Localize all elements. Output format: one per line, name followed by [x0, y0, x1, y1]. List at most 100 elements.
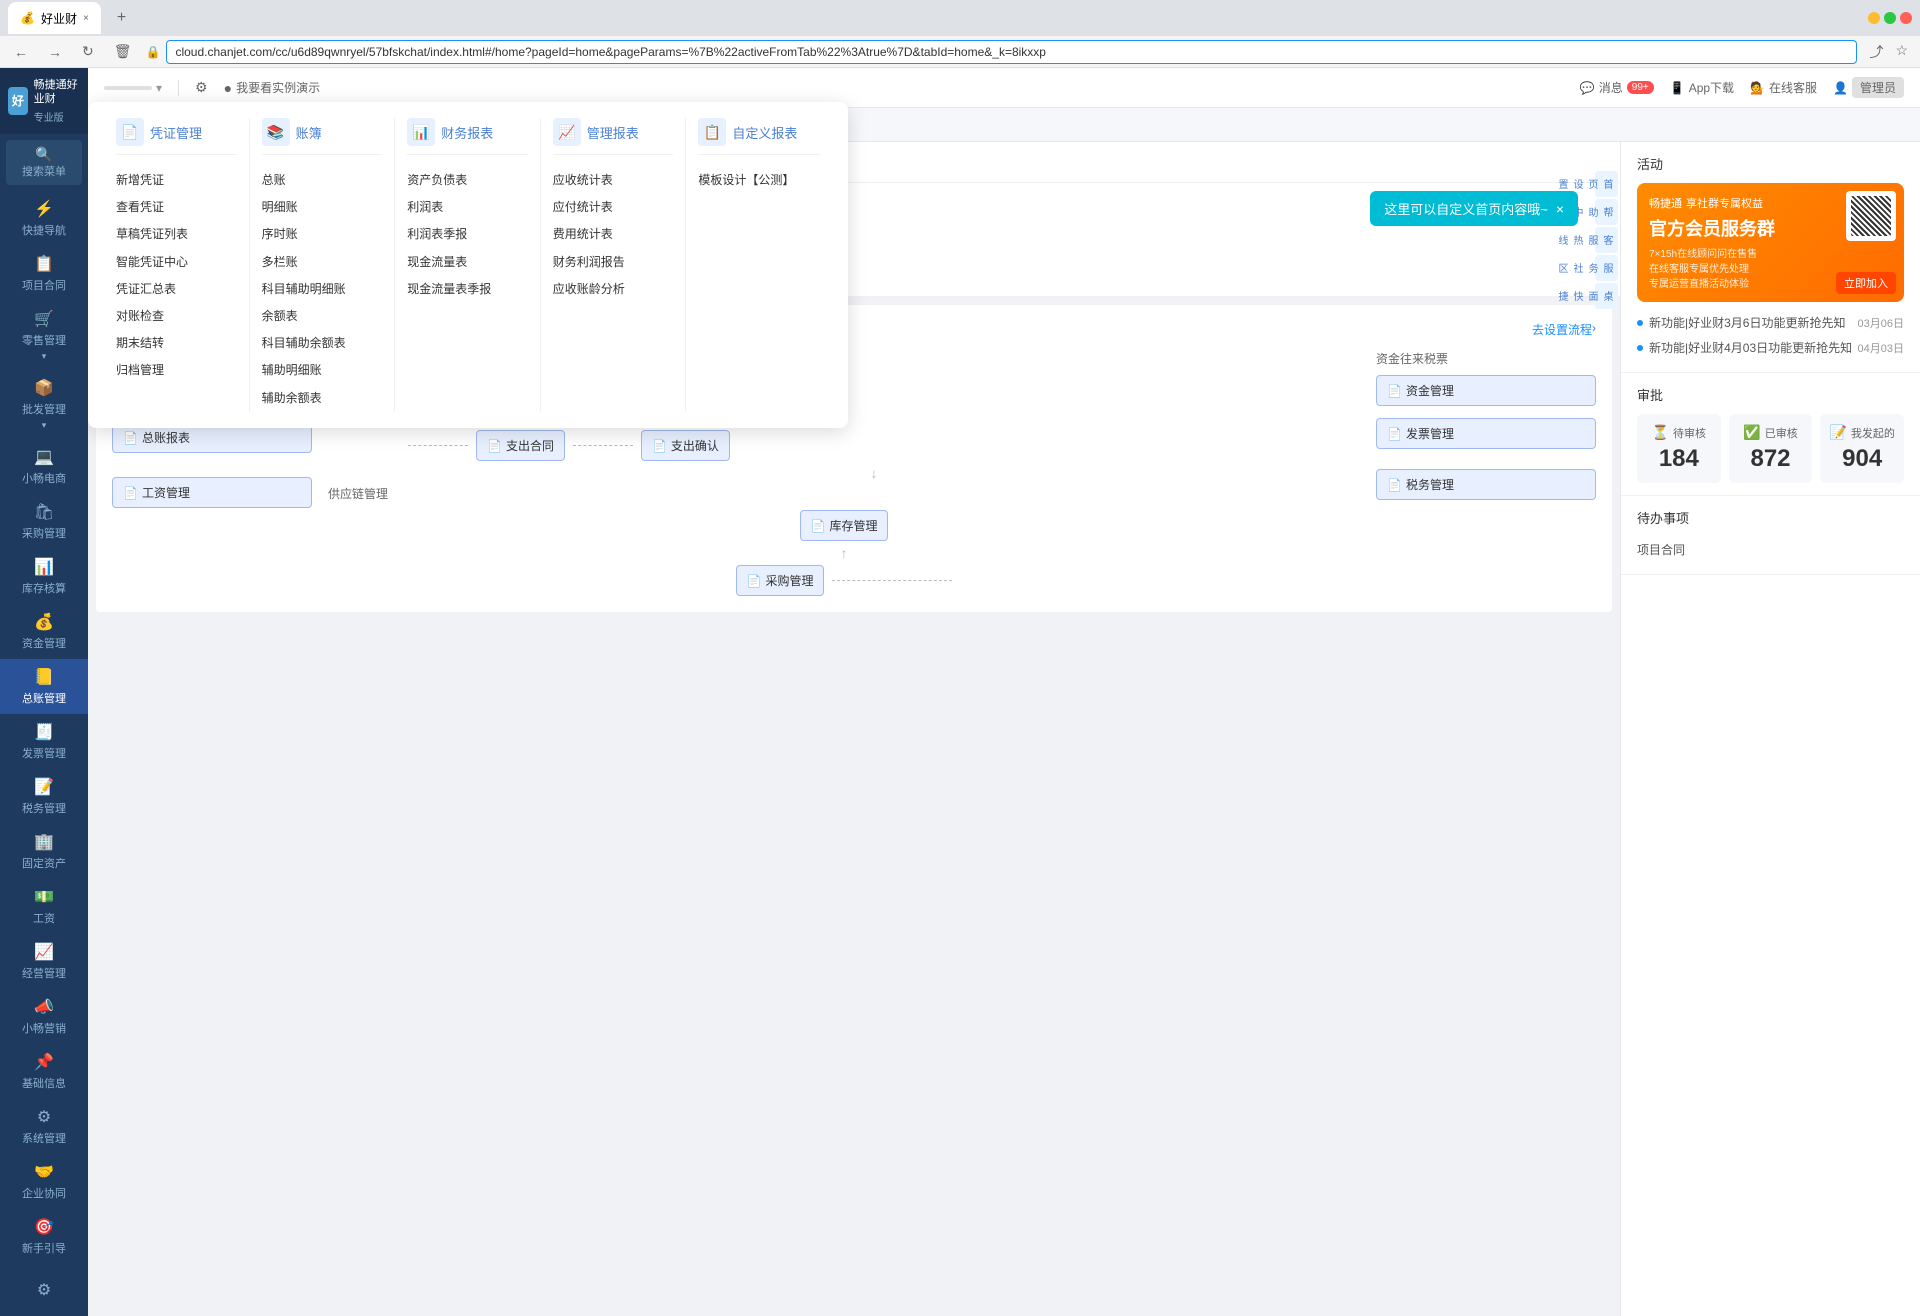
- menu-item-aux-detail[interactable]: 辅助明细账: [262, 357, 383, 384]
- topbar-settings-button[interactable]: ⚙: [195, 79, 208, 96]
- sidebar-item-purchase[interactable]: 🛍 采购管理: [0, 494, 88, 549]
- menu-item-balance[interactable]: 余额表: [262, 303, 383, 330]
- sidebar-item-wholesale[interactable]: 📦 批发管理 ▾: [0, 370, 88, 439]
- menu-item-payable-stats[interactable]: 应付统计表: [553, 194, 674, 221]
- tax-mgmt-box[interactable]: 📄 税务管理: [1376, 469, 1596, 500]
- sidebar-item-marketing[interactable]: 📣 小畅营销: [0, 989, 88, 1044]
- dropdown-menu[interactable]: 📄 凭证管理 新增凭证 查看凭证 草稿凭证列表 智能凭证中心 凭证汇总表 对账检…: [88, 102, 848, 428]
- menu-item-voucher-summary[interactable]: 凭证汇总表: [116, 276, 237, 303]
- invoice-mgmt-box[interactable]: 📄 发票管理: [1376, 418, 1596, 449]
- sidebar-settings-button[interactable]: ⚙: [29, 1272, 59, 1308]
- star-icon[interactable]: ☆: [1891, 40, 1912, 64]
- maximize-button[interactable]: [1884, 12, 1896, 24]
- tab-close[interactable]: ×: [83, 13, 89, 24]
- join-button[interactable]: 立即加入: [1836, 272, 1896, 294]
- initiated-label: 📝 我发起的: [1828, 424, 1896, 441]
- sidebar-item-label: 小畅营销: [22, 1020, 66, 1036]
- menu-item-detail-ledger[interactable]: 明细账: [262, 194, 383, 221]
- inventory-box[interactable]: 📄 库存管理: [800, 510, 889, 541]
- close-button[interactable]: [1900, 12, 1912, 24]
- company-dropdown[interactable]: ▾: [104, 81, 162, 95]
- salary-mgmt-box[interactable]: 📄 工资管理: [112, 477, 312, 508]
- mgmt-report-header: 📈 管理报表: [553, 118, 674, 155]
- approval-card-pending[interactable]: ⏳ 待审核 184: [1637, 414, 1721, 483]
- news-item-2[interactable]: 新功能|好业财4月03日功能更新抢先知 04月03日: [1637, 335, 1904, 360]
- user-menu[interactable]: 👤 管理员: [1833, 77, 1904, 98]
- demo-link[interactable]: ● 我要看实例演示: [224, 79, 320, 96]
- sidebar-item-retail[interactable]: 🛒 零售管理 ▾: [0, 301, 88, 370]
- menu-item-add-voucher[interactable]: 新增凭证: [116, 167, 237, 194]
- menu-item-smart-voucher[interactable]: 智能凭证中心: [116, 249, 237, 276]
- sidebar-item-system[interactable]: ⚙ 系统管理: [0, 1099, 88, 1154]
- menu-item-cashflow-quarterly[interactable]: 现金流量表季报: [407, 276, 528, 303]
- news-item-1[interactable]: 新功能|好业财3月6日功能更新抢先知 03月06日: [1637, 310, 1904, 335]
- menu-item-archive[interactable]: 归档管理: [116, 357, 237, 384]
- sidebar-item-label: 小畅电商: [22, 470, 66, 486]
- back-button[interactable]: ←: [8, 42, 34, 62]
- expense-contract-box[interactable]: 📄 支出合同: [476, 430, 565, 461]
- new-tab-button[interactable]: +: [109, 5, 134, 31]
- todo-item-1[interactable]: 项目合同: [1637, 537, 1904, 562]
- menu-item-finance-profit[interactable]: 财务利润报告: [553, 249, 674, 276]
- menu-item-general-ledger[interactable]: 总账: [262, 167, 383, 194]
- menu-item-receivable-stats[interactable]: 应收统计表: [553, 167, 674, 194]
- menu-item-profit-loss[interactable]: 利润表: [407, 194, 528, 221]
- menu-item-balance-sheet[interactable]: 资产负债表: [407, 167, 528, 194]
- menu-item-subject-aux-balance[interactable]: 科目辅助余额表: [262, 330, 383, 357]
- menu-item-draft-voucher[interactable]: 草稿凭证列表: [116, 221, 237, 248]
- app-download-button[interactable]: 📱 App下载: [1670, 79, 1734, 96]
- sidebar-item-newguide[interactable]: 🎯 新手引导: [0, 1209, 88, 1264]
- sidebar-search-button[interactable]: 🔍 搜索菜单: [6, 140, 82, 185]
- delete-button[interactable]: 🗑: [108, 41, 138, 62]
- purchase-box[interactable]: 📄 采购管理: [736, 565, 825, 596]
- approval-card-approved[interactable]: ✅ 已审核 872: [1729, 414, 1813, 483]
- sidebar-item-shortcut[interactable]: ⚡ 快捷导航: [0, 191, 88, 246]
- sidebar-item-project[interactable]: 📋 项目合同: [0, 246, 88, 301]
- browser-tab[interactable]: 💰 好业财 ×: [8, 2, 101, 34]
- capital-tax-label: 资金往来税票: [1376, 350, 1596, 367]
- menu-item-subject-aux-detail[interactable]: 科目辅助明细账: [262, 276, 383, 303]
- setup-flow-link[interactable]: 去设置流程: [1532, 321, 1592, 338]
- menu-item-sequence-ledger[interactable]: 序时账: [262, 221, 383, 248]
- menu-item-period-end[interactable]: 期末结转: [116, 330, 237, 357]
- sidebar-item-inventory[interactable]: 📊 库存核算: [0, 549, 88, 604]
- approval-card-initiated[interactable]: 📝 我发起的 904: [1820, 414, 1904, 483]
- service-community-btn[interactable]: 服务社区: [1595, 255, 1618, 281]
- sidebar-item-capital[interactable]: 💰 资金管理: [0, 604, 88, 659]
- menu-item-account-check[interactable]: 对账检查: [116, 303, 237, 330]
- sidebar-item-tax[interactable]: 📝 税务管理: [0, 769, 88, 824]
- sidebar-item-ecommerce[interactable]: 💻 小畅电商: [0, 439, 88, 494]
- desktop-shortcut-btn[interactable]: 桌面快捷: [1595, 283, 1618, 309]
- sidebar-item-operation[interactable]: 📈 经营管理: [0, 934, 88, 989]
- refresh-button[interactable]: ↻: [76, 41, 100, 62]
- customer-service-btn[interactable]: 客服热线: [1595, 227, 1618, 253]
- sidebar-search-area[interactable]: 🔍 搜索菜单: [0, 134, 88, 191]
- url-input[interactable]: [166, 40, 1857, 64]
- sidebar-item-salary[interactable]: 💵 工资: [0, 879, 88, 934]
- sidebar-item-invoice[interactable]: 🧾 发票管理: [0, 714, 88, 769]
- menu-item-multi-column[interactable]: 多栏账: [262, 249, 383, 276]
- menu-item-expense-stats[interactable]: 费用统计表: [553, 221, 674, 248]
- forward-button[interactable]: →: [42, 42, 68, 62]
- tooltip-close-icon[interactable]: ×: [1556, 201, 1564, 217]
- message-button[interactable]: 💬 消息 99+: [1580, 79, 1654, 96]
- menu-item-profit-loss-quarterly[interactable]: 利润表季报: [407, 221, 528, 248]
- menu-section-mgmt-report: 📈 管理报表 应收统计表 应付统计表 费用统计表 财务利润报告 应收账龄分析: [541, 118, 687, 412]
- homepage-settings-btn[interactable]: 首页设置: [1595, 171, 1618, 197]
- menu-item-template-design[interactable]: 模板设计【公测】: [698, 167, 820, 194]
- menu-item-view-voucher[interactable]: 查看凭证: [116, 194, 237, 221]
- help-center-btn[interactable]: 帮助中心: [1595, 199, 1618, 225]
- minimize-button[interactable]: [1868, 12, 1880, 24]
- capital-mgmt-box[interactable]: 📄 资金管理: [1376, 375, 1596, 406]
- menu-item-cashflow[interactable]: 现金流量表: [407, 249, 528, 276]
- online-service-button[interactable]: 💁 在线客服: [1750, 79, 1817, 96]
- sidebar-item-cooperation[interactable]: 🤝 企业协同: [0, 1154, 88, 1209]
- menu-item-aging-analysis[interactable]: 应收账龄分析: [553, 276, 674, 303]
- sidebar-item-fixed[interactable]: 🏢 固定资产: [0, 824, 88, 879]
- expense-confirm-box[interactable]: 📄 支出确认: [641, 430, 730, 461]
- sidebar-item-accounting[interactable]: 📒 总账管理: [0, 659, 88, 714]
- approved-label: ✅ 已审核: [1737, 424, 1805, 441]
- sidebar-item-label: 税务管理: [22, 800, 66, 816]
- bookmark-icon[interactable]: ⤴: [1865, 40, 1887, 64]
- menu-item-aux-balance[interactable]: 辅助余额表: [262, 385, 383, 412]
